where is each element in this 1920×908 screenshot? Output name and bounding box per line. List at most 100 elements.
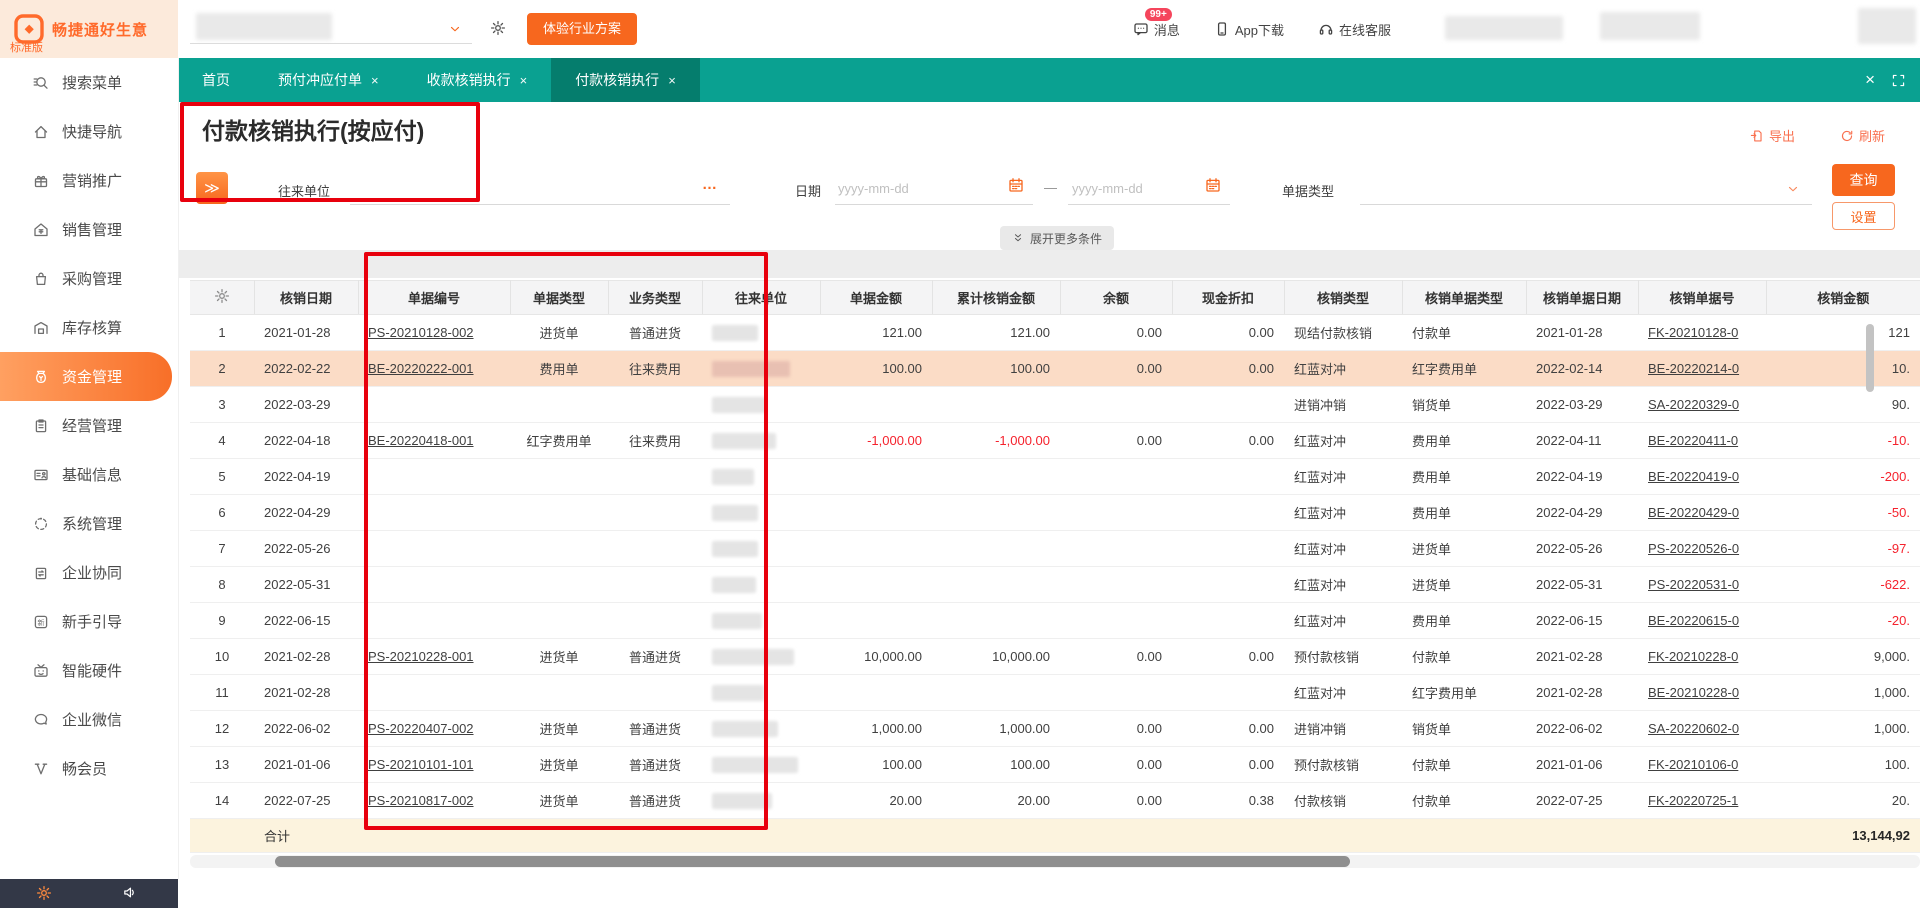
- tab-close-icon[interactable]: ×: [668, 73, 676, 88]
- partner-picker-ellipsis[interactable]: …: [702, 176, 719, 193]
- header-往来单位[interactable]: 往来单位: [702, 280, 821, 315]
- doc-link[interactable]: BE-20220411-0: [1648, 433, 1738, 448]
- header-核销金额[interactable]: 核销金额: [1766, 280, 1920, 315]
- header-单据类型[interactable]: 单据类型: [510, 280, 609, 315]
- table-row[interactable]: 7 2022-05-26 红蓝对冲 进货单 2022-05-26 PS-20220526-…: [190, 530, 1920, 567]
- doc-link[interactable]: BE-20220419-0: [1648, 469, 1739, 484]
- calendar-icon[interactable]: [1008, 177, 1024, 193]
- doc-link[interactable]: SA-20220329-0: [1648, 397, 1739, 412]
- doc-link[interactable]: FK-20220725-1: [1648, 793, 1738, 808]
- doc-link[interactable]: PS-20220526-0: [1648, 541, 1739, 556]
- close-all-tabs-icon[interactable]: ×: [1865, 70, 1875, 90]
- sidebar-item-基础信息[interactable]: 基础信息: [0, 450, 178, 499]
- doc-link[interactable]: FK-20210228-0: [1648, 649, 1738, 664]
- search-button[interactable]: 查询: [1832, 164, 1895, 196]
- date-to-input[interactable]: yyyy-mm-dd: [1072, 181, 1143, 196]
- doc-link[interactable]: PS-20210817-002: [368, 793, 474, 808]
- header-余额[interactable]: 余额: [1060, 280, 1173, 315]
- horizontal-scrollbar-thumb[interactable]: [275, 856, 1350, 867]
- header-业务类型[interactable]: 业务类型: [608, 280, 703, 315]
- sidebar-item-快捷导航[interactable]: 快捷导航: [0, 107, 178, 156]
- phone-menu-item[interactable]: App下载: [1214, 20, 1284, 39]
- sidebar-item-采购管理[interactable]: 采购管理: [0, 254, 178, 303]
- sidebar-item-库存核算[interactable]: 库存核算: [0, 303, 178, 352]
- sidebar-item-资金管理[interactable]: 资金管理: [0, 352, 172, 401]
- header-核销类型[interactable]: 核销类型: [1284, 280, 1403, 315]
- doc-link[interactable]: PS-20210228-001: [368, 649, 474, 664]
- header-现金折扣[interactable]: 现金折扣: [1172, 280, 1285, 315]
- header-单据金额[interactable]: 单据金额: [820, 280, 933, 315]
- table-row[interactable]: 4 2022-04-18 BE-20220418-001 红字费用单 往来费用 -1,00…: [190, 422, 1920, 459]
- vertical-scrollbar-thumb[interactable]: [1866, 324, 1874, 392]
- settings-button[interactable]: 设置: [1832, 202, 1895, 230]
- gear-icon[interactable]: [490, 20, 506, 36]
- sidebar-item-搜索菜单[interactable]: 搜索菜单: [0, 58, 178, 107]
- sidebar-item-经营管理[interactable]: 经营管理: [0, 401, 178, 450]
- doc-link[interactable]: PS-20220531-0: [1648, 577, 1739, 592]
- doc-link[interactable]: BE-20220418-001: [368, 433, 474, 448]
- doc-link[interactable]: SA-20220602-0: [1648, 721, 1739, 736]
- table-row[interactable]: 14 2022-07-25 PS-20210817-002 进货单 普通进货 20.00 2…: [190, 782, 1920, 819]
- calendar-icon[interactable]: [1205, 177, 1221, 193]
- partner-filter-input[interactable]: [350, 204, 730, 205]
- gear-icon[interactable]: [36, 885, 52, 901]
- experience-plan-button[interactable]: 体验行业方案: [527, 13, 638, 45]
- message-menu-item[interactable]: 消息 99+: [1133, 7, 1180, 39]
- table-row[interactable]: 2 2022-02-22 BE-20220222-001 费用单 往来费用 100.00 1…: [190, 350, 1920, 387]
- sidebar-item-企业微信[interactable]: 企业微信: [0, 695, 178, 744]
- header-核销单据日期[interactable]: 核销单据日期: [1526, 280, 1639, 315]
- table-row[interactable]: 10 2021-02-28 PS-20210228-001 进货单 普通进货 10,000…: [190, 638, 1920, 675]
- doc-link[interactable]: PS-20220407-002: [368, 721, 474, 736]
- table-row[interactable]: 11 2021-02-28 红蓝对冲 红字费用单 2021-02-28 BE-202102…: [190, 674, 1920, 711]
- sidebar-item-企业协同[interactable]: 企业协同: [0, 548, 178, 597]
- sidebar-item-销售管理[interactable]: 销售管理: [0, 205, 178, 254]
- table-row[interactable]: 1 2021-01-28 PS-20210128-002 进货单 普通进货 121.00 1…: [190, 314, 1920, 351]
- tab-付款核销执行[interactable]: 付款核销执行 ×: [551, 58, 700, 102]
- table-row[interactable]: 3 2022-03-29 进销冲销 销货单 2022-03-29 SA-20220329-…: [190, 386, 1920, 423]
- column-settings-header[interactable]: [190, 280, 255, 315]
- collapse-filter-button[interactable]: ≫: [196, 172, 228, 204]
- doc-type-select[interactable]: [1360, 204, 1812, 205]
- sidebar-item-系统管理[interactable]: 系统管理: [0, 499, 178, 548]
- header-核销日期[interactable]: 核销日期: [254, 280, 359, 315]
- fullscreen-icon[interactable]: [1891, 73, 1906, 88]
- table-row[interactable]: 8 2022-05-31 红蓝对冲 进货单 2022-05-31 PS-20220531-…: [190, 566, 1920, 603]
- refresh-button[interactable]: 刷新: [1840, 126, 1885, 145]
- export-button[interactable]: 导出: [1750, 126, 1795, 145]
- expand-more-conditions-button[interactable]: 展开更多条件: [1000, 226, 1115, 250]
- table-row[interactable]: 6 2022-04-29 红蓝对冲 费用单 2022-04-29 BE-20220429-…: [190, 494, 1920, 531]
- sidebar-item-新手引导[interactable]: 新新手引导: [0, 597, 178, 646]
- header-核销单据号[interactable]: 核销单据号: [1638, 280, 1767, 315]
- sidebar-item-畅会员[interactable]: 畅会员: [0, 744, 178, 793]
- search-input-redacted[interactable]: [196, 13, 332, 40]
- tab-首页[interactable]: 首页: [178, 58, 254, 102]
- doc-link[interactable]: BE-20220222-001: [368, 361, 474, 376]
- speaker-icon[interactable]: [122, 885, 137, 900]
- doc-link[interactable]: BE-20210228-0: [1648, 685, 1739, 700]
- header-单据编号[interactable]: 单据编号: [358, 280, 511, 315]
- tab-close-icon[interactable]: ×: [520, 73, 528, 88]
- doc-link[interactable]: PS-20210101-101: [368, 757, 474, 772]
- doc-link[interactable]: FK-20210106-0: [1648, 757, 1738, 772]
- doc-link[interactable]: BE-20220429-0: [1648, 505, 1739, 520]
- table-row[interactable]: 12 2022-06-02 PS-20220407-002 进货单 普通进货 1,000.…: [190, 710, 1920, 747]
- doc-link[interactable]: PS-20210128-002: [368, 325, 474, 340]
- chevron-down-icon[interactable]: [448, 22, 462, 36]
- doc-link[interactable]: FK-20210128-0: [1648, 325, 1738, 340]
- header-累计核销金额[interactable]: 累计核销金额: [932, 280, 1061, 315]
- sidebar-item-智能硬件[interactable]: 智能硬件: [0, 646, 178, 695]
- tab-close-icon[interactable]: ×: [371, 73, 379, 88]
- tab-收款核销执行[interactable]: 收款核销执行 ×: [403, 58, 552, 102]
- table-row[interactable]: 5 2022-04-19 红蓝对冲 费用单 2022-04-19 BE-20220419-…: [190, 458, 1920, 495]
- tab-预付冲应付单[interactable]: 预付冲应付单 ×: [254, 58, 403, 102]
- date-from-input[interactable]: yyyy-mm-dd: [838, 181, 909, 196]
- header-核销单据类型[interactable]: 核销单据类型: [1402, 280, 1527, 315]
- doc-link[interactable]: BE-20220615-0: [1648, 613, 1739, 628]
- table-row[interactable]: 13 2021-01-06 PS-20210101-101 进货单 普通进货 100.00…: [190, 746, 1920, 783]
- doc-link[interactable]: BE-20220214-0: [1648, 361, 1739, 376]
- gear-icon[interactable]: [214, 288, 230, 304]
- headset-menu-item[interactable]: 在线客服: [1318, 20, 1391, 39]
- chevron-down-icon[interactable]: [1786, 182, 1800, 196]
- sidebar-item-营销推广[interactable]: 营销推广: [0, 156, 178, 205]
- table-row[interactable]: 9 2022-06-15 红蓝对冲 费用单 2022-06-15 BE-20220615-…: [190, 602, 1920, 639]
